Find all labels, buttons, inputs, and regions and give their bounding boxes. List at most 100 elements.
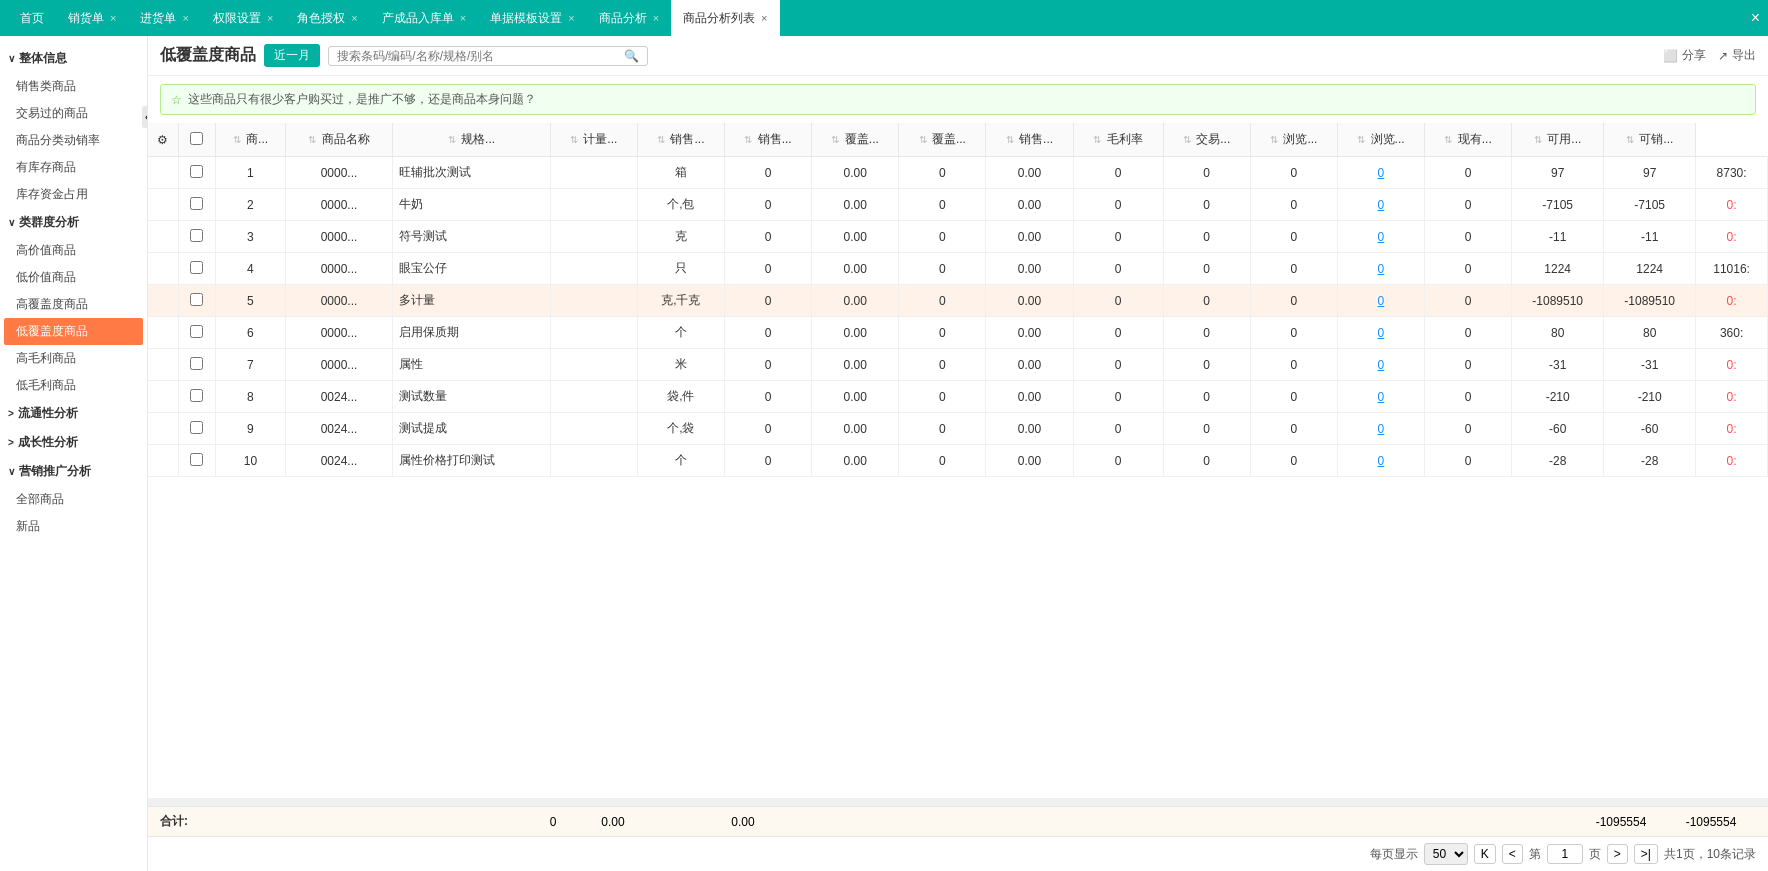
table-cell: 启用保质期 [393,317,550,349]
chevron-down-icon-3: ∨ [8,466,15,477]
nav-purchase-order[interactable]: 进货单 × [128,0,200,36]
sidebar-item-new-products[interactable]: 新品 [0,513,147,540]
content-area: 低覆盖度商品 近一月 🔍 ⬜ 分享 ↗ 导出 ☆ 这些商品只有很少客户购买过，是… [148,36,1768,871]
sidebar-item-all-products[interactable]: 全部商品 [0,486,147,513]
sidebar-item-low-coverage[interactable]: 低覆盖度商品 [4,318,143,345]
nav-permission[interactable]: 权限设置 × [201,0,285,36]
row-checkbox[interactable] [190,421,203,434]
th-sales-qty[interactable]: ⇅ 销售... [637,123,724,157]
sidebar-item-stock-funds[interactable]: 库存资金占用 [0,181,147,208]
nav-close-analysis-list[interactable]: × [761,12,767,24]
nav-sales-order[interactable]: 销货单 × [56,0,128,36]
table-cell: 0 [1425,221,1512,253]
th-settings[interactable]: ⚙ [148,123,178,157]
sidebar-section-cluster[interactable]: ∨ 类群度分析 [0,208,147,237]
nav-close-template[interactable]: × [568,12,574,24]
th-saleable[interactable]: ⇅ 可销... [1604,123,1696,157]
page-number-input[interactable] [1547,844,1583,864]
table-cell: 3 [216,221,286,253]
select-all-checkbox[interactable] [190,132,203,145]
nav-close-analysis[interactable]: × [653,12,659,24]
sidebar-section-overall[interactable]: ∨ 整体信息 [0,44,147,73]
row-checkbox[interactable] [190,357,203,370]
sidebar-item-high-coverage[interactable]: 高覆盖度商品 [0,291,147,318]
data-table: ⚙ ⇅ 商... ⇅ 商品名称 [148,123,1768,477]
next-page-button[interactable]: > [1607,844,1628,864]
table-cell: 0024... [285,381,392,413]
sort-icon-saleable: ⇅ [1626,134,1634,145]
th-sales-amt[interactable]: ⇅ 销售... [724,123,811,157]
sidebar-item-high-margin[interactable]: 高毛利商品 [0,345,147,372]
nav-product-analysis-list[interactable]: 商品分析列表 × [671,0,779,36]
sidebar-item-high-value[interactable]: 高价值商品 [0,237,147,264]
sidebar-item-sales-products[interactable]: 销售类商品 [0,73,147,100]
row-checkbox[interactable] [190,389,203,402]
table-cell: 0 [724,285,811,317]
row-checkbox[interactable] [190,453,203,466]
row-checkbox[interactable] [190,197,203,210]
table-cell: 0: [1696,381,1768,413]
first-page-button[interactable]: K [1474,844,1496,864]
table-cell: 个 [637,445,724,477]
sidebar-item-stocked-products[interactable]: 有库存商品 [0,154,147,181]
th-spec[interactable]: ⇅ 规格... [393,123,550,157]
share-button[interactable]: ⬜ 分享 [1663,47,1706,64]
th-code[interactable]: ⇅ 商... [216,123,286,157]
date-filter-button[interactable]: 近一月 [264,44,320,67]
th-current-stock[interactable]: ⇅ 现有... [1425,123,1512,157]
table-cell: 0 [1337,381,1424,413]
th-coverage2[interactable]: ⇅ 覆盖... [899,123,986,157]
last-page-button[interactable]: >| [1634,844,1658,864]
th-sales3[interactable]: ⇅ 销售... [986,123,1073,157]
row-checkbox[interactable] [190,261,203,274]
nav-product-analysis[interactable]: 商品分析 × [587,0,671,36]
sidebar-item-low-margin[interactable]: 低毛利商品 [0,372,147,399]
table-wrapper[interactable]: ⚙ ⇅ 商... ⇅ 商品名称 [148,123,1768,798]
sidebar-section-marketing[interactable]: ∨ 营销推广分析 [0,457,147,486]
search-input[interactable] [337,49,620,63]
row-checkbox[interactable] [190,165,203,178]
export-button[interactable]: ↗ 导出 [1718,47,1756,64]
nav-close-permission[interactable]: × [267,12,273,24]
table-cell: -28 [1604,445,1696,477]
nav-close-sales-order[interactable]: × [110,12,116,24]
th-gross-margin[interactable]: ⇅ 毛利率 [1073,123,1163,157]
footer-values: 0 0.00 0.00 -1095554 -1095554 [208,815,1756,829]
nav-close-purchase[interactable]: × [182,12,188,24]
th-coverage1[interactable]: ⇅ 覆盖... [812,123,899,157]
th-unit[interactable]: ⇅ 计量... [550,123,637,157]
table-cell: 0 [1163,157,1250,189]
sidebar-section-liquidity[interactable]: > 流通性分析 [0,399,147,428]
row-checkbox[interactable] [190,325,203,338]
table-cell: 0.00 [986,189,1073,221]
sidebar: « ∨ 整体信息 销售类商品 交易过的商品 商品分类动销率 有库存商品 库存资金… [0,36,148,871]
prev-page-button[interactable]: < [1502,844,1523,864]
nav-product-stock[interactable]: 产成品入库单 × [370,0,478,36]
close-all-button[interactable]: × [1751,9,1760,27]
sidebar-item-traded-products[interactable]: 交易过的商品 [0,100,147,127]
th-checkbox[interactable] [178,123,216,157]
table-cell: 克 [637,221,724,253]
table-cell: 0 [1073,349,1163,381]
row-checkbox[interactable] [190,229,203,242]
content-header: 低覆盖度商品 近一月 🔍 ⬜ 分享 ↗ 导出 [148,36,1768,76]
nav-template-settings[interactable]: 单据模板设置 × [478,0,586,36]
table-cell [148,381,178,413]
horizontal-scrollbar[interactable] [148,798,1768,806]
sidebar-item-category-rate[interactable]: 商品分类动销率 [0,127,147,154]
table-cell: 个 [637,317,724,349]
nav-close-product-stock[interactable]: × [460,12,466,24]
th-transaction[interactable]: ⇅ 交易... [1163,123,1250,157]
th-name[interactable]: ⇅ 商品名称 [285,123,392,157]
row-checkbox[interactable] [190,293,203,306]
th-available-stock[interactable]: ⇅ 可用... [1512,123,1604,157]
per-page-select[interactable]: 50 [1424,843,1468,865]
table-cell: 0 [899,349,986,381]
nav-role-auth[interactable]: 角色授权 × [285,0,369,36]
th-browse2[interactable]: ⇅ 浏览... [1337,123,1424,157]
nav-close-role[interactable]: × [351,12,357,24]
th-browse1[interactable]: ⇅ 浏览... [1250,123,1337,157]
nav-home[interactable]: 首页 [8,0,56,36]
sidebar-item-low-value[interactable]: 低价值商品 [0,264,147,291]
sidebar-section-growth[interactable]: > 成长性分析 [0,428,147,457]
